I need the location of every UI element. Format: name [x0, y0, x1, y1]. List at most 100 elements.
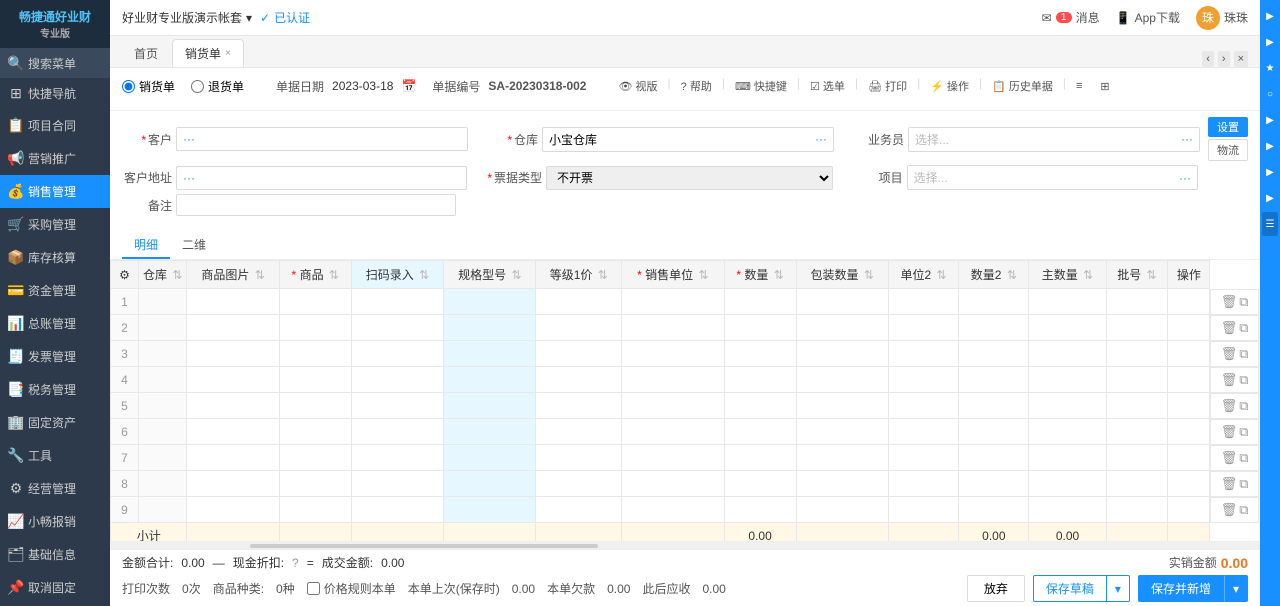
action-select[interactable]: ☑ 选单: [802, 76, 853, 96]
radio-sale-input[interactable]: [122, 80, 135, 93]
row-unit2-3[interactable]: [959, 341, 1029, 367]
action-layout-list[interactable]: ≡: [1068, 76, 1090, 96]
row-spec-7[interactable]: [536, 445, 622, 471]
row-main-qty-2[interactable]: [1106, 315, 1168, 341]
sort-grade-price-icon[interactable]: ⇅: [598, 268, 608, 282]
right-tool-8[interactable]: ▶: [1262, 186, 1278, 210]
address-input[interactable]: ···: [176, 166, 467, 190]
warehouse-dots[interactable]: ···: [815, 132, 827, 146]
col-sale-unit[interactable]: * 销售单位 ⇅: [622, 261, 725, 289]
row-qty-1[interactable]: [796, 289, 888, 315]
sidebar-quick-nav[interactable]: ⊞ 快捷导航: [0, 78, 110, 109]
warehouse-input[interactable]: 小宝仓库 ···: [542, 127, 834, 152]
tab-sale-order[interactable]: 销货单 ×: [172, 39, 244, 67]
sidebar-item-project[interactable]: 📋 项目合同: [0, 109, 110, 142]
row-qty-4[interactable]: [796, 367, 888, 393]
sidebar-item-invoice[interactable]: 🧾 发票管理: [0, 340, 110, 373]
sort-spec-icon[interactable]: ⇅: [511, 268, 521, 282]
col-spec[interactable]: 规格型号 ⇅: [444, 261, 536, 289]
row-copy-9[interactable]: ⧉: [1239, 502, 1248, 518]
row-warehouse-6[interactable]: [187, 419, 279, 445]
row-qty2-2[interactable]: [1029, 315, 1106, 341]
hscroll[interactable]: [110, 541, 1260, 549]
row-main-qty-7[interactable]: [1106, 445, 1168, 471]
tab-nav-close[interactable]: ×: [1234, 51, 1248, 67]
row-product-img-7[interactable]: [279, 445, 351, 471]
right-tool-3[interactable]: ★: [1262, 56, 1278, 80]
sidebar-item-finance[interactable]: 💳 资金管理: [0, 274, 110, 307]
row-product-3[interactable]: [351, 341, 443, 367]
row-main-qty-9[interactable]: [1106, 497, 1168, 523]
col-unit2[interactable]: 单位2 ⇅: [888, 261, 958, 289]
col-main-qty[interactable]: 主数量 ⇅: [1029, 261, 1106, 289]
col-barcode[interactable]: 扫码录入 ⇅: [351, 261, 443, 289]
staff-input[interactable]: 选择... ···: [908, 127, 1200, 152]
user-info[interactable]: 珠 珠珠: [1196, 6, 1248, 30]
inner-tab-2d[interactable]: 二维: [170, 232, 218, 259]
col-warehouse[interactable]: 仓库 ⇅: [139, 261, 187, 289]
sidebar-item-management[interactable]: ⚙ 经营管理: [0, 472, 110, 505]
row-spec-2[interactable]: [536, 315, 622, 341]
col-gear[interactable]: ⚙: [111, 261, 139, 289]
row-pack-qty-6[interactable]: [888, 419, 958, 445]
row-grade-price-4[interactable]: [622, 367, 725, 393]
sidebar-item-accounting[interactable]: 📊 总账管理: [0, 307, 110, 340]
row-delete-7[interactable]: 🗑: [1221, 450, 1238, 466]
row-grade-price-3[interactable]: [622, 341, 725, 367]
tab-close-icon[interactable]: ×: [225, 48, 231, 59]
row-copy-8[interactable]: ⧉: [1239, 476, 1248, 492]
sort-batch-icon[interactable]: ⇅: [1147, 268, 1157, 282]
row-barcode-8[interactable]: [444, 471, 536, 497]
row-barcode-2[interactable]: [444, 315, 536, 341]
row-product-img-1[interactable]: [279, 289, 351, 315]
row-sale-unit-1[interactable]: [724, 289, 796, 315]
row-pack-qty-4[interactable]: [888, 367, 958, 393]
row-pack-qty-9[interactable]: [888, 497, 958, 523]
sort-sale-unit-icon[interactable]: ⇅: [698, 268, 708, 282]
row-delete-8[interactable]: 🗑: [1221, 476, 1238, 492]
row-product-img-2[interactable]: [279, 315, 351, 341]
row-batch-8[interactable]: [1168, 471, 1210, 497]
add-btn[interactable]: 物流: [1208, 139, 1248, 161]
sidebar-item-pinned[interactable]: 📌 取消固定: [0, 571, 110, 604]
radio-return-input[interactable]: [191, 80, 204, 93]
sidebar-item-purchase[interactable]: 🛒 采购管理: [0, 208, 110, 241]
row-delete-4[interactable]: 🗑: [1221, 372, 1238, 388]
sidebar-item-assets[interactable]: 🏢 固定资产: [0, 406, 110, 439]
right-tool-5[interactable]: ▶: [1262, 108, 1278, 132]
inner-tab-detail[interactable]: 明细: [122, 232, 170, 259]
customer-dots[interactable]: ···: [183, 132, 195, 146]
row-barcode-5[interactable]: [444, 393, 536, 419]
row-sale-unit-6[interactable]: [724, 419, 796, 445]
row-gear-2[interactable]: [139, 315, 187, 341]
row-unit2-4[interactable]: [959, 367, 1029, 393]
row-copy-7[interactable]: ⧉: [1239, 450, 1248, 466]
row-spec-6[interactable]: [536, 419, 622, 445]
row-spec-9[interactable]: [536, 497, 622, 523]
row-grade-price-9[interactable]: [622, 497, 725, 523]
sort-warehouse-icon[interactable]: ⇅: [172, 268, 182, 282]
row-copy-5[interactable]: ⧉: [1239, 398, 1248, 414]
row-barcode-6[interactable]: [444, 419, 536, 445]
row-product-img-4[interactable]: [279, 367, 351, 393]
row-gear-7[interactable]: [139, 445, 187, 471]
row-grade-price-8[interactable]: [622, 471, 725, 497]
sidebar-item-report[interactable]: 📈 小畅报销: [0, 505, 110, 538]
right-tool-1[interactable]: ▶: [1262, 4, 1278, 28]
row-sale-unit-3[interactable]: [724, 341, 796, 367]
row-copy-6[interactable]: ⧉: [1239, 424, 1248, 440]
row-sale-unit-7[interactable]: [724, 445, 796, 471]
right-tool-6[interactable]: ▶: [1262, 134, 1278, 158]
company-selector[interactable]: 好业财专业版演示帐套 ▾: [122, 9, 252, 26]
right-tool-4[interactable]: ○: [1262, 82, 1278, 106]
row-pack-qty-7[interactable]: [888, 445, 958, 471]
right-tool-active[interactable]: ☰: [1262, 212, 1278, 236]
row-spec-5[interactable]: [536, 393, 622, 419]
row-copy-1[interactable]: ⧉: [1239, 294, 1248, 310]
save-draft-btn[interactable]: 保存草稿: [1033, 575, 1107, 602]
col-pack-qty[interactable]: 包装数量 ⇅: [796, 261, 888, 289]
col-qty[interactable]: * 数量 ⇅: [724, 261, 796, 289]
row-copy-3[interactable]: ⧉: [1239, 346, 1248, 362]
row-spec-4[interactable]: [536, 367, 622, 393]
action-view[interactable]: 👁 视版: [610, 76, 665, 96]
